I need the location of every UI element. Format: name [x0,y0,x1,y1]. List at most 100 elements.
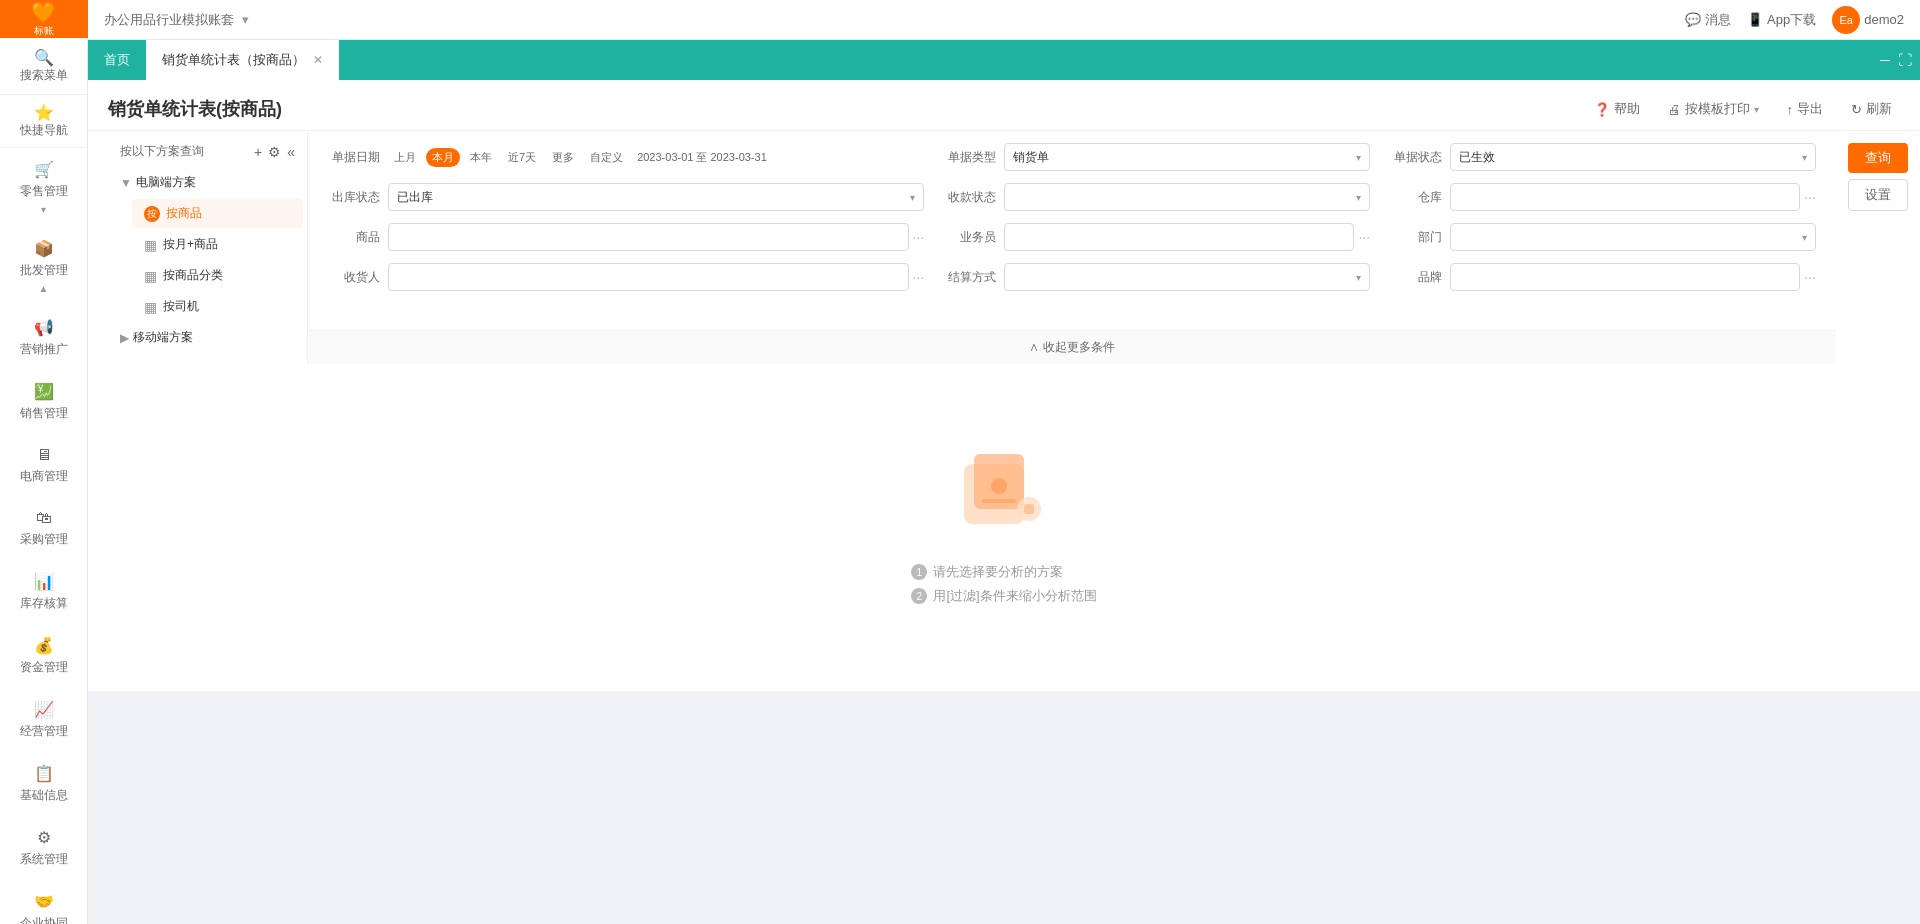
doc-type-control: 销货单 ▾ [1004,143,1370,171]
collapse-plan-icon[interactable]: « [287,144,295,160]
help-btn[interactable]: ❓ 帮助 [1586,96,1648,122]
sidebar-item-marketing[interactable]: 📢 营销推广 [0,306,87,370]
filter-sidebar-header: 按以下方案查询 + ⚙ « [108,143,307,168]
settlement-label: 结算方式 [944,269,996,286]
sidebar-item-purchase[interactable]: 🛍 采购管理 [0,497,87,560]
salesperson-input[interactable] [1004,223,1354,251]
recipient-dots[interactable]: ··· [913,269,925,285]
filter-row-4: 收货人 ··· 结算方式 ▾ [328,263,1816,291]
retail-icon: 🛒 [34,160,54,179]
tab-close-icon[interactable]: ✕ [313,53,323,67]
sidebar-item-enterprise[interactable]: 🤝 企业协同 [0,880,87,924]
brand-input[interactable] [1450,263,1800,291]
doc-type-select[interactable]: 销货单 ▾ [1004,143,1370,171]
sidebar-item-operations[interactable]: 📈 经营管理 [0,688,87,752]
svg-point-2 [991,478,1007,494]
payment-status-select[interactable]: ▾ [1004,183,1370,211]
topbar-dropdown-icon[interactable]: ▾ [242,12,249,27]
plan-by-goods[interactable]: 按 按商品 [132,199,303,228]
finance-icon: 💰 [34,636,54,655]
hint-num-2: 2 [911,588,927,604]
doc-status-select[interactable]: 已生效 ▾ [1450,143,1816,171]
tab-maximize-icon[interactable]: ⛶ [1898,52,1912,68]
sidebar-item-ecommerce[interactable]: 🖥 电商管理 [0,434,87,497]
goods-label: 商品 [328,229,380,246]
export-btn[interactable]: ↑ 导出 [1779,96,1832,122]
goods-dots[interactable]: ··· [913,229,925,245]
doc-status-control: 已生效 ▾ [1450,143,1816,171]
empty-hint-2: 2 用[过滤]条件来缩小分析范围 [911,587,1096,605]
date-btn-custom[interactable]: 自定义 [584,148,629,167]
plan-desktop[interactable]: ▼ 电脑端方案 [108,168,307,197]
date-btn-more[interactable]: 更多 [546,148,580,167]
app-icon: 📱 [1747,12,1763,27]
logo-icon: 🧡 [31,0,56,24]
refresh-icon: ↻ [1851,102,1862,117]
filter-form-wrapper: 单据日期 上月 本月 本年 近7天 更多 自定义 2023-03-01 至 20… [308,131,1836,364]
field-warehouse: 仓库 ··· [1390,183,1816,211]
sidebar-item-finance[interactable]: 💰 资金管理 [0,624,87,688]
date-btn-this-month[interactable]: 本月 [426,148,460,167]
sidebar-item-inventory[interactable]: 📊 库存核算 [0,560,87,624]
brand-control: ··· [1450,263,1816,291]
settlement-select[interactable]: ▾ [1004,263,1370,291]
outbound-select[interactable]: 已出库 ▾ [388,183,924,211]
recipient-control: ··· [388,263,924,291]
date-btn-last-month[interactable]: 上月 [388,148,422,167]
template-print-btn[interactable]: 🖨 按模板打印 ▾ [1660,96,1767,122]
plan-by-printer[interactable]: ▦ 按司机 [132,292,303,321]
basic-icon: 📋 [34,764,54,783]
doc-status-label: 单据状态 [1390,149,1442,166]
sidebar-item-search[interactable]: 🔍 搜索菜单 [0,38,87,95]
goods-input[interactable] [388,223,909,251]
date-btn-this-year[interactable]: 本年 [464,148,498,167]
recipient-label: 收货人 [328,269,380,286]
department-arrow: ▾ [1802,232,1807,243]
app-download-btn[interactable]: 📱 App下载 [1747,11,1816,29]
department-label: 部门 [1390,229,1442,246]
plan-by-goods-category[interactable]: ▦ 按商品分类 [132,261,303,290]
sidebar-item-wholesale[interactable]: 📦 批发管理 ▲ [0,227,87,306]
enterprise-icon: 🤝 [34,892,54,911]
brand-dots[interactable]: ··· [1804,269,1816,285]
salesperson-dots[interactable]: ··· [1358,229,1370,245]
sidebar-item-quick-nav[interactable]: ⭐ 快捷导航 [0,95,87,148]
user-menu[interactable]: Ea demo2 [1832,6,1904,34]
sidebar-item-basic[interactable]: 📋 基础信息 [0,752,87,816]
add-plan-icon[interactable]: + [254,144,262,160]
tab-actions: ─ ⛶ [1880,52,1912,68]
settlement-control: ▾ [1004,263,1370,291]
date-btn-7days[interactable]: 近7天 [502,148,542,167]
goods-control: ··· [388,223,924,251]
date-range: 上月 本月 本年 近7天 更多 自定义 2023-03-01 至 2023-03… [388,148,924,167]
tab-sales-stat[interactable]: 销货单统计表（按商品） ✕ [146,40,339,80]
refresh-btn[interactable]: ↻ 刷新 [1843,96,1900,122]
sidebar-item-retail[interactable]: 🛒 零售管理 ▾ [0,148,87,227]
page-header: 销货单统计表(按商品) ❓ 帮助 🖨 按模板打印 ▾ ↑ 导出 ↻ 刷新 [88,80,1920,131]
warehouse-dots[interactable]: ··· [1804,189,1816,205]
outbound-label: 出库状态 [328,189,380,206]
warehouse-input[interactable] [1450,183,1800,211]
collapse-bar[interactable]: ∧ 收起更多条件 [308,330,1836,364]
department-select[interactable]: ▾ [1450,223,1816,251]
sidebar-item-sales[interactable]: 💹 销售管理 [0,370,87,434]
ecommerce-icon: 🖥 [36,446,52,464]
sales-icon: 💹 [34,382,54,401]
msg-btn[interactable]: 💬 消息 [1685,11,1731,29]
date-label: 单据日期 [328,149,380,166]
plan-mobile[interactable]: ▶ 移动端方案 [108,323,307,352]
system-icon: ⚙ [37,828,51,847]
field-date: 单据日期 上月 本月 本年 近7天 更多 自定义 2023-03-01 至 20… [328,148,924,167]
retail-expand-icon: ▾ [41,204,46,215]
settings-btn[interactable]: 设置 [1848,179,1908,211]
tab-minimize-icon[interactable]: ─ [1880,52,1890,68]
plan-by-month-goods[interactable]: ▦ 按月+商品 [132,230,303,259]
settings-plan-icon[interactable]: ⚙ [268,144,281,160]
tab-home[interactable]: 首页 [88,40,146,80]
query-btn[interactable]: 查询 [1848,143,1908,173]
plan-desktop-children: 按 按商品 ▦ 按月+商品 ▦ 按商品分类 ▦ 按司机 [108,199,307,321]
warehouse-label: 仓库 [1390,189,1442,206]
sidebar-item-system[interactable]: ⚙ 系统管理 [0,816,87,880]
recipient-input[interactable] [388,263,909,291]
field-brand: 品牌 ··· [1390,263,1816,291]
